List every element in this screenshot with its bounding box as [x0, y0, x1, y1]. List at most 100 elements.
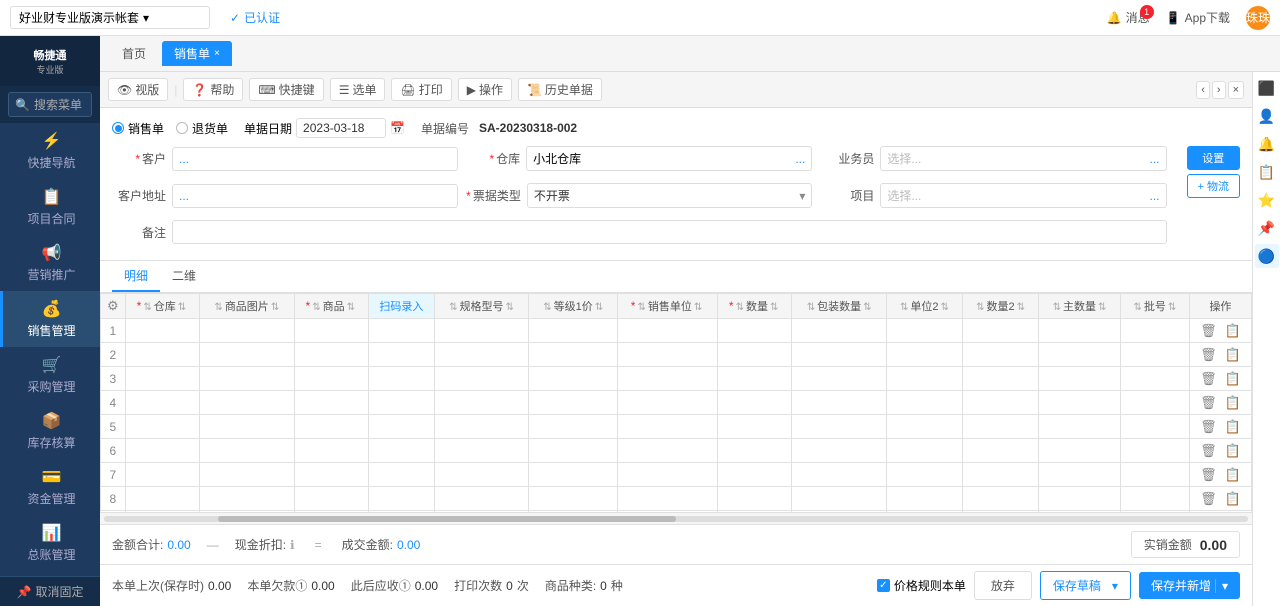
- table-row[interactable]: 8🗑📋: [101, 487, 1252, 511]
- copy-row-button[interactable]: 📋: [1223, 491, 1243, 507]
- remark-input[interactable]: [172, 220, 1167, 244]
- cell-unit[interactable]: [618, 439, 718, 463]
- cell-product_img[interactable]: [200, 511, 294, 513]
- sidebar-search[interactable]: 🔍 搜索菜单: [0, 86, 100, 123]
- tab-2d[interactable]: 二维: [160, 261, 208, 292]
- cell-spec[interactable]: [434, 367, 528, 391]
- copy-row-button[interactable]: 📋: [1223, 323, 1243, 339]
- address-input[interactable]: ...: [172, 184, 458, 208]
- cell-main_qty[interactable]: [1039, 487, 1121, 511]
- right-icon-6[interactable]: 📌: [1255, 216, 1279, 240]
- cell-main_qty[interactable]: [1039, 415, 1121, 439]
- cell-unit[interactable]: [618, 415, 718, 439]
- copy-row-button[interactable]: 📋: [1223, 347, 1243, 363]
- table-row[interactable]: 3🗑📋: [101, 367, 1252, 391]
- discard-button[interactable]: 放弃: [974, 571, 1032, 600]
- cell-warehouse[interactable]: [125, 391, 199, 415]
- table-row[interactable]: 9🗑📋: [101, 511, 1252, 513]
- sidebar-item-funds[interactable]: 💳 资金管理: [0, 459, 100, 515]
- cell-qty2[interactable]: [962, 415, 1038, 439]
- cell-spec[interactable]: [434, 391, 528, 415]
- cell-main_qty[interactable]: [1039, 367, 1121, 391]
- cell-pack_qty[interactable]: [792, 319, 886, 343]
- cell-barcode[interactable]: [368, 487, 434, 511]
- delete-row-button[interactable]: 🗑: [1198, 323, 1219, 339]
- sidebar-item-project[interactable]: 📋 项目合同: [0, 179, 100, 235]
- cell-barcode[interactable]: [368, 391, 434, 415]
- select-button[interactable]: ☰ 选单: [330, 78, 386, 101]
- table-row[interactable]: 7🗑📋: [101, 463, 1252, 487]
- sidebar-item-quicknav[interactable]: ⚡ 快捷导航: [0, 123, 100, 179]
- cell-product[interactable]: [294, 511, 368, 513]
- cell-spec[interactable]: [434, 343, 528, 367]
- cell-product[interactable]: [294, 367, 368, 391]
- cell-barcode[interactable]: [368, 439, 434, 463]
- customer-input[interactable]: ...: [172, 147, 458, 171]
- cell-qty2[interactable]: [962, 391, 1038, 415]
- add-logistics-button[interactable]: + 物流: [1187, 174, 1240, 198]
- cell-price[interactable]: [529, 439, 618, 463]
- cell-barcode[interactable]: [368, 415, 434, 439]
- cell-pack_qty[interactable]: [792, 463, 886, 487]
- app-download-button[interactable]: 📱 App下载: [1166, 9, 1230, 26]
- cell-qty2[interactable]: [962, 487, 1038, 511]
- cell-qty2[interactable]: [962, 463, 1038, 487]
- cell-pack_qty[interactable]: [792, 343, 886, 367]
- right-icon-3[interactable]: 🔔: [1255, 132, 1279, 156]
- cell-price[interactable]: [529, 343, 618, 367]
- cell-pack_qty[interactable]: [792, 439, 886, 463]
- delete-row-button[interactable]: 🗑: [1198, 347, 1219, 363]
- delete-row-button[interactable]: 🗑: [1198, 491, 1219, 507]
- cell-unit2[interactable]: [886, 367, 962, 391]
- cell-main_qty[interactable]: [1039, 511, 1121, 513]
- cell-warehouse[interactable]: [125, 343, 199, 367]
- cell-product[interactable]: [294, 463, 368, 487]
- cell-product[interactable]: [294, 391, 368, 415]
- cell-main_qty[interactable]: [1039, 391, 1121, 415]
- cell-batch[interactable]: [1120, 415, 1189, 439]
- cell-product_img[interactable]: [200, 463, 294, 487]
- scroll-track[interactable]: [104, 516, 1248, 522]
- cell-main_qty[interactable]: [1039, 319, 1121, 343]
- cell-qty[interactable]: [717, 319, 791, 343]
- messages-button[interactable]: 🔔 消息 1: [1107, 9, 1150, 26]
- warehouse-input[interactable]: 小北仓库 ...: [526, 146, 812, 171]
- cell-batch[interactable]: [1120, 487, 1189, 511]
- cell-batch[interactable]: [1120, 463, 1189, 487]
- cell-qty2[interactable]: [962, 367, 1038, 391]
- right-icon-4[interactable]: 📋: [1255, 160, 1279, 184]
- cell-price[interactable]: [529, 511, 618, 513]
- operate-button[interactable]: ▶ 操作: [458, 78, 512, 101]
- cell-spec[interactable]: [434, 487, 528, 511]
- set-button[interactable]: 设置: [1187, 146, 1240, 170]
- cell-unit2[interactable]: [886, 463, 962, 487]
- cell-warehouse[interactable]: [125, 319, 199, 343]
- price-check[interactable]: ✓ 价格规则本单: [877, 577, 966, 594]
- nav-prev-button[interactable]: ‹: [1196, 81, 1210, 99]
- save-draft-arrow[interactable]: ▾: [1105, 579, 1118, 593]
- cell-product_img[interactable]: [200, 391, 294, 415]
- cell-unit[interactable]: [618, 343, 718, 367]
- cell-product_img[interactable]: [200, 319, 294, 343]
- table-row[interactable]: 5🗑📋: [101, 415, 1252, 439]
- cell-qty[interactable]: [717, 487, 791, 511]
- copy-row-button[interactable]: 📋: [1223, 467, 1243, 483]
- cell-pack_qty[interactable]: [792, 511, 886, 513]
- cell-unit2[interactable]: [886, 439, 962, 463]
- th-barcode[interactable]: 扫码录入: [368, 294, 434, 319]
- table-row[interactable]: 4🗑📋: [101, 391, 1252, 415]
- copy-row-button[interactable]: 📋: [1223, 443, 1243, 459]
- cell-qty[interactable]: [717, 343, 791, 367]
- salesperson-input[interactable]: 选择... ...: [880, 146, 1166, 171]
- tab-home[interactable]: 首页: [110, 41, 158, 66]
- table-row[interactable]: 6🗑📋: [101, 439, 1252, 463]
- copy-row-button[interactable]: 📋: [1223, 395, 1243, 411]
- cell-qty[interactable]: [717, 439, 791, 463]
- cell-batch[interactable]: [1120, 391, 1189, 415]
- close-button[interactable]: ×: [1228, 81, 1244, 99]
- cell-qty[interactable]: [717, 511, 791, 513]
- cell-unit2[interactable]: [886, 391, 962, 415]
- cell-qty[interactable]: [717, 367, 791, 391]
- radio-sales[interactable]: 销售单: [112, 120, 164, 137]
- tab-sales[interactable]: 销售单 ×: [162, 41, 232, 66]
